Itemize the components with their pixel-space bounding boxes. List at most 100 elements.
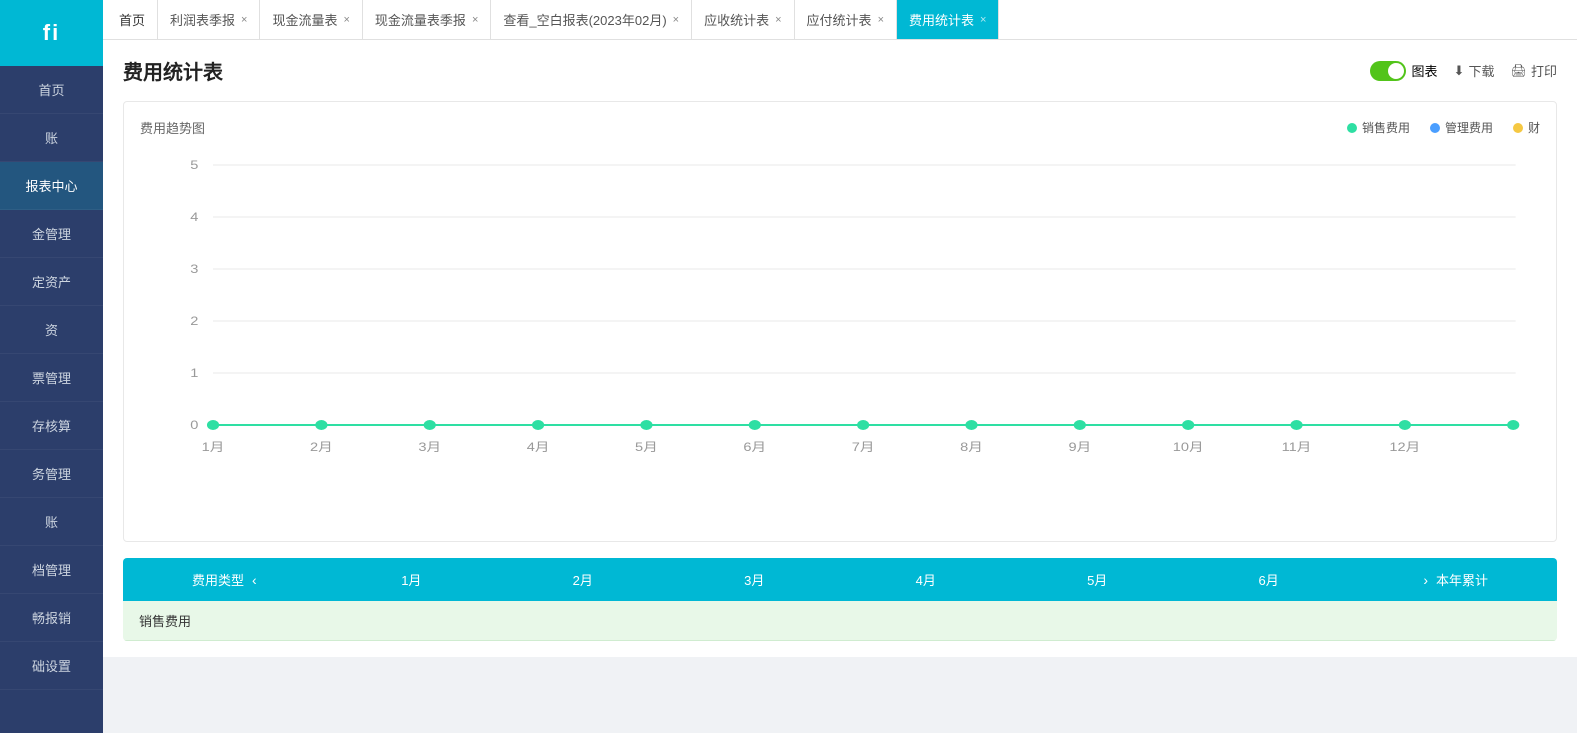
svg-text:4月: 4月 (527, 440, 550, 453)
tab-cashflow-quarterly[interactable]: 现金流量表季报 × (363, 0, 491, 40)
svg-text:12月: 12月 (1389, 440, 1420, 453)
tab-home[interactable]: 首页 (107, 0, 158, 40)
sidebar-logo: fi (0, 0, 103, 66)
row-val-jun (1185, 601, 1356, 640)
svg-text:0: 0 (190, 418, 198, 431)
sidebar: fi 首页 账 报表中心 金管理 定资产 资 票管理 存核算 务管理 账 档管理… (0, 0, 103, 733)
chart-toggle[interactable] (1370, 61, 1406, 81)
close-tab-4[interactable]: × (673, 14, 679, 26)
sidebar-item-settings[interactable]: 础设置 (0, 642, 103, 690)
row-val-feb (503, 601, 674, 640)
tab-receivable[interactable]: 应收统计表 × (692, 0, 794, 40)
legend-dot-admin (1430, 123, 1440, 133)
download-label: 下载 (1468, 61, 1494, 80)
row-val-total (1356, 601, 1557, 640)
page-content-area: 费用统计表 图表 ⬇ 下载 🖨 打印 (103, 40, 1577, 657)
sidebar-item-ledger[interactable]: 账 (0, 498, 103, 546)
sidebar-item-reports[interactable]: 报表中心 (0, 162, 103, 210)
svg-text:3: 3 (190, 262, 198, 275)
svg-text:1月: 1月 (202, 440, 225, 453)
print-button[interactable]: 🖨 打印 (1510, 61, 1557, 80)
close-tab-7[interactable]: × (980, 14, 986, 26)
main-content: 首页 利润表季报 × 现金流量表 × 现金流量表季报 × 查看_空白报表(202… (103, 0, 1577, 733)
col-header-total: › 本年累计 (1354, 558, 1557, 601)
svg-text:5: 5 (190, 158, 198, 171)
download-icon: ⬇ (1454, 63, 1465, 79)
tab-blank-report[interactable]: 查看_空白报表(2023年02月) × (491, 0, 692, 40)
row-type-sales: 销售费用 (123, 601, 332, 640)
sidebar-item-account[interactable]: 账 (0, 114, 103, 162)
sidebar-item-archive[interactable]: 档管理 (0, 546, 103, 594)
svg-text:11月: 11月 (1282, 440, 1312, 453)
chart-legend: 销售费用 管理费用 财 (1347, 119, 1540, 136)
tab-cashflow[interactable]: 现金流量表 × (260, 0, 362, 40)
chart-toggle-wrap: 图表 (1370, 61, 1438, 81)
page-header: 费用统计表 图表 ⬇ 下载 🖨 打印 (123, 56, 1557, 85)
tab-expense[interactable]: 费用统计表 × (897, 0, 999, 40)
sidebar-item-inventory[interactable]: 存核算 (0, 402, 103, 450)
page-body: 费用统计表 图表 ⬇ 下载 🖨 打印 (103, 40, 1577, 733)
legend-admin: 管理费用 (1430, 119, 1493, 136)
col-header-type: 费用类型 ‹ (123, 558, 326, 601)
tab-bar: 首页 利润表季报 × 现金流量表 × 现金流量表季报 × 查看_空白报表(202… (103, 0, 1577, 40)
svg-text:5月: 5月 (635, 440, 658, 453)
print-label: 打印 (1531, 61, 1557, 80)
data-table: 费用类型 ‹ 1月 2月 3月 4月 5月 6月 › 本年累计 销售费用 (123, 558, 1557, 641)
chart-toggle-label: 图表 (1412, 61, 1438, 80)
table-header: 费用类型 ‹ 1月 2月 3月 4月 5月 6月 › 本年累计 (123, 558, 1557, 601)
close-tab-5[interactable]: × (775, 14, 781, 26)
sidebar-item-service[interactable]: 务管理 (0, 450, 103, 498)
row-val-jan (332, 601, 503, 640)
legend-label-sales: 销售费用 (1362, 119, 1410, 136)
page-title: 费用统计表 (123, 56, 223, 85)
svg-text:8月: 8月 (960, 440, 983, 453)
svg-text:3月: 3月 (418, 440, 441, 453)
legend-dot-finance (1513, 123, 1523, 133)
svg-text:2: 2 (190, 314, 198, 327)
table-row: 销售费用 (123, 601, 1557, 641)
col-header-mar: 3月 (669, 558, 840, 601)
col-header-jun: 6月 (1183, 558, 1354, 601)
chart-title: 费用趋势图 (140, 118, 205, 137)
legend-dot-sales (1347, 123, 1357, 133)
legend-label-finance: 财 (1528, 119, 1540, 136)
sidebar-item-assets[interactable]: 定资产 (0, 258, 103, 306)
sidebar-item-cash[interactable]: 金管理 (0, 210, 103, 258)
svg-text:4: 4 (190, 210, 199, 223)
chart-svg: 5 4 3 2 1 0 (140, 145, 1540, 515)
svg-text:1: 1 (190, 366, 198, 379)
chart-area: 5 4 3 2 1 0 (140, 145, 1540, 525)
svg-text:7月: 7月 (852, 440, 875, 453)
close-tab-6[interactable]: × (878, 14, 884, 26)
chart-container: 费用趋势图 销售费用 管理费用 财 (123, 101, 1557, 542)
row-val-mar (673, 601, 844, 640)
col-header-apr: 4月 (840, 558, 1011, 601)
header-actions: 图表 ⬇ 下载 🖨 打印 (1370, 61, 1557, 81)
sidebar-item-expense[interactable]: 畅报销 (0, 594, 103, 642)
sidebar-item-home[interactable]: 首页 (0, 66, 103, 114)
tab-profit-quarterly[interactable]: 利润表季报 × (158, 0, 260, 40)
svg-text:10月: 10月 (1173, 440, 1204, 453)
col-header-may: 5月 (1011, 558, 1182, 601)
download-button[interactable]: ⬇ 下载 (1454, 61, 1495, 80)
svg-text:6月: 6月 (743, 440, 766, 453)
tab-payable[interactable]: 应付统计表 × (795, 0, 897, 40)
svg-text:2月: 2月 (310, 440, 333, 453)
chart-header: 费用趋势图 销售费用 管理费用 财 (140, 118, 1540, 137)
sidebar-item-capital[interactable]: 资 (0, 306, 103, 354)
sidebar-item-invoice[interactable]: 票管理 (0, 354, 103, 402)
col-arrow-right[interactable]: › (1423, 572, 1428, 588)
close-tab-1[interactable]: × (241, 14, 247, 26)
svg-text:9月: 9月 (1068, 440, 1091, 453)
close-tab-3[interactable]: × (472, 14, 478, 26)
row-val-may (1015, 601, 1186, 640)
row-val-apr (844, 601, 1015, 640)
col-arrow-left[interactable]: ‹ (252, 572, 257, 588)
legend-label-admin: 管理费用 (1445, 119, 1493, 136)
legend-finance: 财 (1513, 119, 1540, 136)
legend-sales: 销售费用 (1347, 119, 1410, 136)
print-icon: 🖨 (1510, 63, 1527, 79)
col-header-feb: 2月 (497, 558, 668, 601)
col-header-jan: 1月 (326, 558, 497, 601)
close-tab-2[interactable]: × (343, 14, 349, 26)
